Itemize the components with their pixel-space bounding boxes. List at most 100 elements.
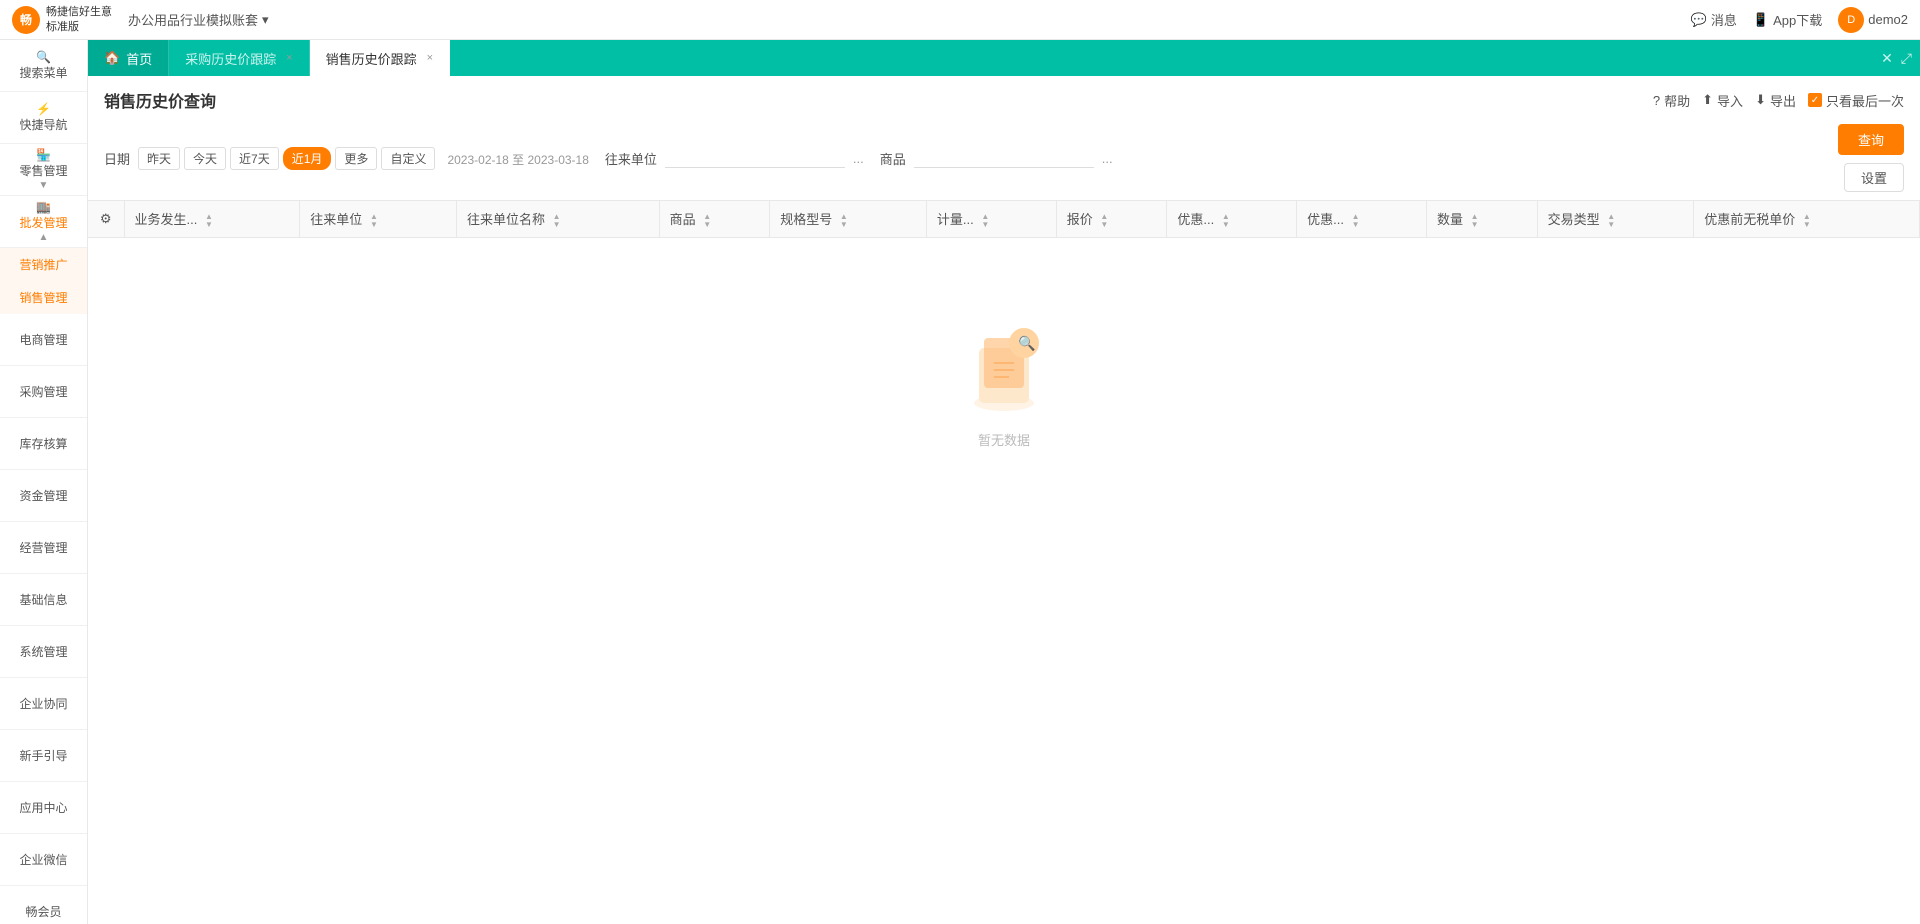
col-partner-code[interactable]: 往来单位 ▲▼ bbox=[300, 201, 457, 237]
product-filter-group: 商品 ... bbox=[880, 148, 1113, 168]
retail-icon: 🏪 bbox=[36, 148, 51, 162]
filter-actions: 查询 设置 bbox=[1838, 124, 1904, 192]
sidebar-item-retail[interactable]: 🏪 零售管理 ▼ bbox=[0, 144, 87, 196]
search-icon: 🔍 bbox=[36, 50, 51, 64]
user-menu[interactable]: D demo2 bbox=[1838, 7, 1908, 33]
sidebar-item-wholesale[interactable]: 🏬 批发管理 ▲ bbox=[0, 196, 87, 248]
table-container: ⚙ 业务发生... ▲▼ 往来单位 ▲▼ 往来单位名称 ▲▼ bbox=[88, 201, 1920, 924]
tab-home[interactable]: 🏠 首页 bbox=[88, 40, 169, 76]
col-quantity[interactable]: 数量 ▲▼ bbox=[1426, 201, 1537, 237]
top-bar: 畅 畅捷信好生意 标准版 办公用品行业模拟账套 ▾ 💬 消息 📱 App下载 D… bbox=[0, 0, 1920, 40]
sort-icon: ▲▼ bbox=[703, 213, 711, 229]
checkbox-icon: ✓ bbox=[1808, 93, 1822, 107]
sidebar-item-ecommerce[interactable]: 电商管理 bbox=[0, 314, 87, 366]
top-bar-right: 💬 消息 📱 App下载 D demo2 bbox=[1691, 7, 1908, 33]
product-input[interactable] bbox=[914, 148, 1094, 168]
empty-state: 🔍 暂无数据 bbox=[88, 238, 1920, 529]
import-button[interactable]: ⬆ 导入 bbox=[1702, 91, 1743, 110]
sidebar-item-enterprise[interactable]: 企业协同 bbox=[0, 678, 87, 730]
product-dots[interactable]: ... bbox=[1102, 151, 1113, 166]
main-layout: 🔍 搜索菜单 ⚡ 快捷导航 🏪 零售管理 ▼ 🏬 批发管理 ▲ 营销推广 销售管… bbox=[0, 40, 1920, 924]
date-custom[interactable]: 自定义 bbox=[381, 147, 435, 170]
sort-icon: ▲▼ bbox=[1607, 213, 1615, 229]
partner-filter-group: 往来单位 ... bbox=[605, 148, 864, 168]
tab-purchase[interactable]: 采购历史价跟踪 × bbox=[169, 40, 309, 76]
last-only-checkbox[interactable]: ✓ 只看最后一次 bbox=[1808, 91, 1904, 110]
date-today[interactable]: 今天 bbox=[184, 147, 226, 170]
sidebar-item-guide[interactable]: 新手引导 bbox=[0, 730, 87, 782]
import-icon: ⬆ bbox=[1702, 92, 1713, 108]
sidebar-item-search[interactable]: 🔍 搜索菜单 bbox=[0, 40, 87, 92]
partner-dots[interactable]: ... bbox=[853, 151, 864, 166]
date-last1m[interactable]: 近1月 bbox=[283, 147, 332, 170]
settings-button[interactable]: 设置 bbox=[1844, 163, 1904, 192]
date-more[interactable]: 更多 bbox=[335, 147, 377, 170]
sidebar-subitem-marketing[interactable]: 营销推广 bbox=[0, 248, 87, 281]
sidebar-item-inventory[interactable]: 库存核算 bbox=[0, 418, 87, 470]
sidebar-item-finance[interactable]: 资金管理 bbox=[0, 470, 87, 522]
logo-area: 畅 畅捷信好生意 标准版 bbox=[12, 5, 112, 34]
date-shortcuts: 昨天 今天 近7天 近1月 更多 自定义 bbox=[138, 147, 435, 170]
sidebar-item-membership[interactable]: 畅会员 bbox=[0, 886, 87, 924]
date-last7[interactable]: 近7天 bbox=[230, 147, 279, 170]
sort-icon: ▲▼ bbox=[1471, 213, 1479, 229]
col-partner-name[interactable]: 往来单位名称 ▲▼ bbox=[456, 201, 659, 237]
tab-bar: 🏠 首页 采购历史价跟踪 × 销售历史价跟踪 × ✕ ⤢ bbox=[88, 40, 1920, 76]
page-header: 销售历史价查询 ? 帮助 ⬆ 导入 ⬇ 导出 ✓ bbox=[88, 76, 1920, 201]
workspace-dropdown[interactable]: 办公用品行业模拟账套 ▾ bbox=[120, 6, 277, 33]
col-pretax-price[interactable]: 优惠前无税单价 ▲▼ bbox=[1694, 201, 1920, 237]
tab-sales[interactable]: 销售历史价跟踪 × bbox=[310, 40, 450, 76]
partner-input[interactable] bbox=[665, 148, 845, 168]
home-icon: 🏠 bbox=[104, 50, 120, 66]
sidebar-item-corp-wechat[interactable]: 企业微信 bbox=[0, 834, 87, 886]
col-spec[interactable]: 规格型号 ▲▼ bbox=[770, 201, 927, 237]
tab-bar-actions: ✕ ⤢ bbox=[1873, 40, 1920, 76]
col-discount1[interactable]: 优惠... ▲▼ bbox=[1167, 201, 1297, 237]
col-unit[interactable]: 计量... ▲▼ bbox=[926, 201, 1056, 237]
window-close-button[interactable]: ✕ bbox=[1881, 50, 1893, 67]
message-icon: 💬 bbox=[1691, 12, 1707, 28]
sort-icon: ▲▼ bbox=[840, 213, 848, 229]
sidebar-item-system[interactable]: 系统管理 bbox=[0, 626, 87, 678]
wholesale-icon: 🏬 bbox=[36, 200, 51, 214]
table-header-row: ⚙ 业务发生... ▲▼ 往来单位 ▲▼ 往来单位名称 ▲▼ bbox=[88, 201, 1920, 237]
page-actions: ? 帮助 ⬆ 导入 ⬇ 导出 ✓ 只看最后一次 bbox=[1653, 91, 1904, 110]
chevron-down-icon: ▾ bbox=[262, 12, 269, 28]
window-maximize-button[interactable]: ⤢ bbox=[1901, 50, 1912, 67]
sidebar: 🔍 搜索菜单 ⚡ 快捷导航 🏪 零售管理 ▼ 🏬 批发管理 ▲ 营销推广 销售管… bbox=[0, 40, 88, 924]
query-button[interactable]: 查询 bbox=[1838, 124, 1904, 155]
sort-icon: ▲▼ bbox=[1352, 213, 1360, 229]
sort-icon: ▲▼ bbox=[1222, 213, 1230, 229]
sidebar-item-shortcut[interactable]: ⚡ 快捷导航 bbox=[0, 92, 87, 144]
help-button[interactable]: ? 帮助 bbox=[1653, 91, 1690, 110]
sort-icon: ▲▼ bbox=[553, 213, 561, 229]
tab-purchase-close[interactable]: × bbox=[286, 52, 292, 64]
date-yesterday[interactable]: 昨天 bbox=[138, 147, 180, 170]
tab-sales-close[interactable]: × bbox=[427, 52, 433, 64]
export-button[interactable]: ⬇ 导出 bbox=[1755, 91, 1796, 110]
col-gear[interactable]: ⚙ bbox=[88, 201, 124, 237]
empty-illustration: 🔍 bbox=[954, 318, 1054, 418]
page-title: 销售历史价查询 bbox=[104, 88, 216, 112]
sidebar-item-basic[interactable]: 基础信息 bbox=[0, 574, 87, 626]
top-bar-left: 畅 畅捷信好生意 标准版 办公用品行业模拟账套 ▾ bbox=[12, 5, 277, 34]
app-download-button[interactable]: 📱 App下载 bbox=[1753, 10, 1822, 29]
sidebar-subitem-sales-mgmt[interactable]: 销售管理 bbox=[0, 281, 87, 314]
sort-icon: ▲▼ bbox=[981, 213, 989, 229]
date-filter-group: 日期 昨天 今天 近7天 近1月 更多 自定义 2023-02-18 至 202… bbox=[104, 147, 589, 170]
svg-text:🔍: 🔍 bbox=[1018, 334, 1035, 352]
logo-text: 畅捷信好生意 标准版 bbox=[46, 5, 112, 34]
sort-icon: ▲▼ bbox=[370, 213, 378, 229]
sidebar-item-purchase[interactable]: 采购管理 bbox=[0, 366, 87, 418]
sidebar-item-operations[interactable]: 经营管理 bbox=[0, 522, 87, 574]
download-icon: 📱 bbox=[1753, 12, 1769, 28]
col-product[interactable]: 商品 ▲▼ bbox=[659, 201, 770, 237]
col-trade-type[interactable]: 交易类型 ▲▼ bbox=[1537, 201, 1694, 237]
col-quoted-price[interactable]: 报价 ▲▼ bbox=[1056, 201, 1167, 237]
col-discount2[interactable]: 优惠... ▲▼ bbox=[1297, 201, 1427, 237]
message-button[interactable]: 💬 消息 bbox=[1691, 10, 1737, 29]
sort-icon: ▲▼ bbox=[1803, 213, 1811, 229]
sidebar-item-app-center[interactable]: 应用中心 bbox=[0, 782, 87, 834]
export-icon: ⬇ bbox=[1755, 92, 1766, 108]
col-biz-date[interactable]: 业务发生... ▲▼ bbox=[124, 201, 300, 237]
